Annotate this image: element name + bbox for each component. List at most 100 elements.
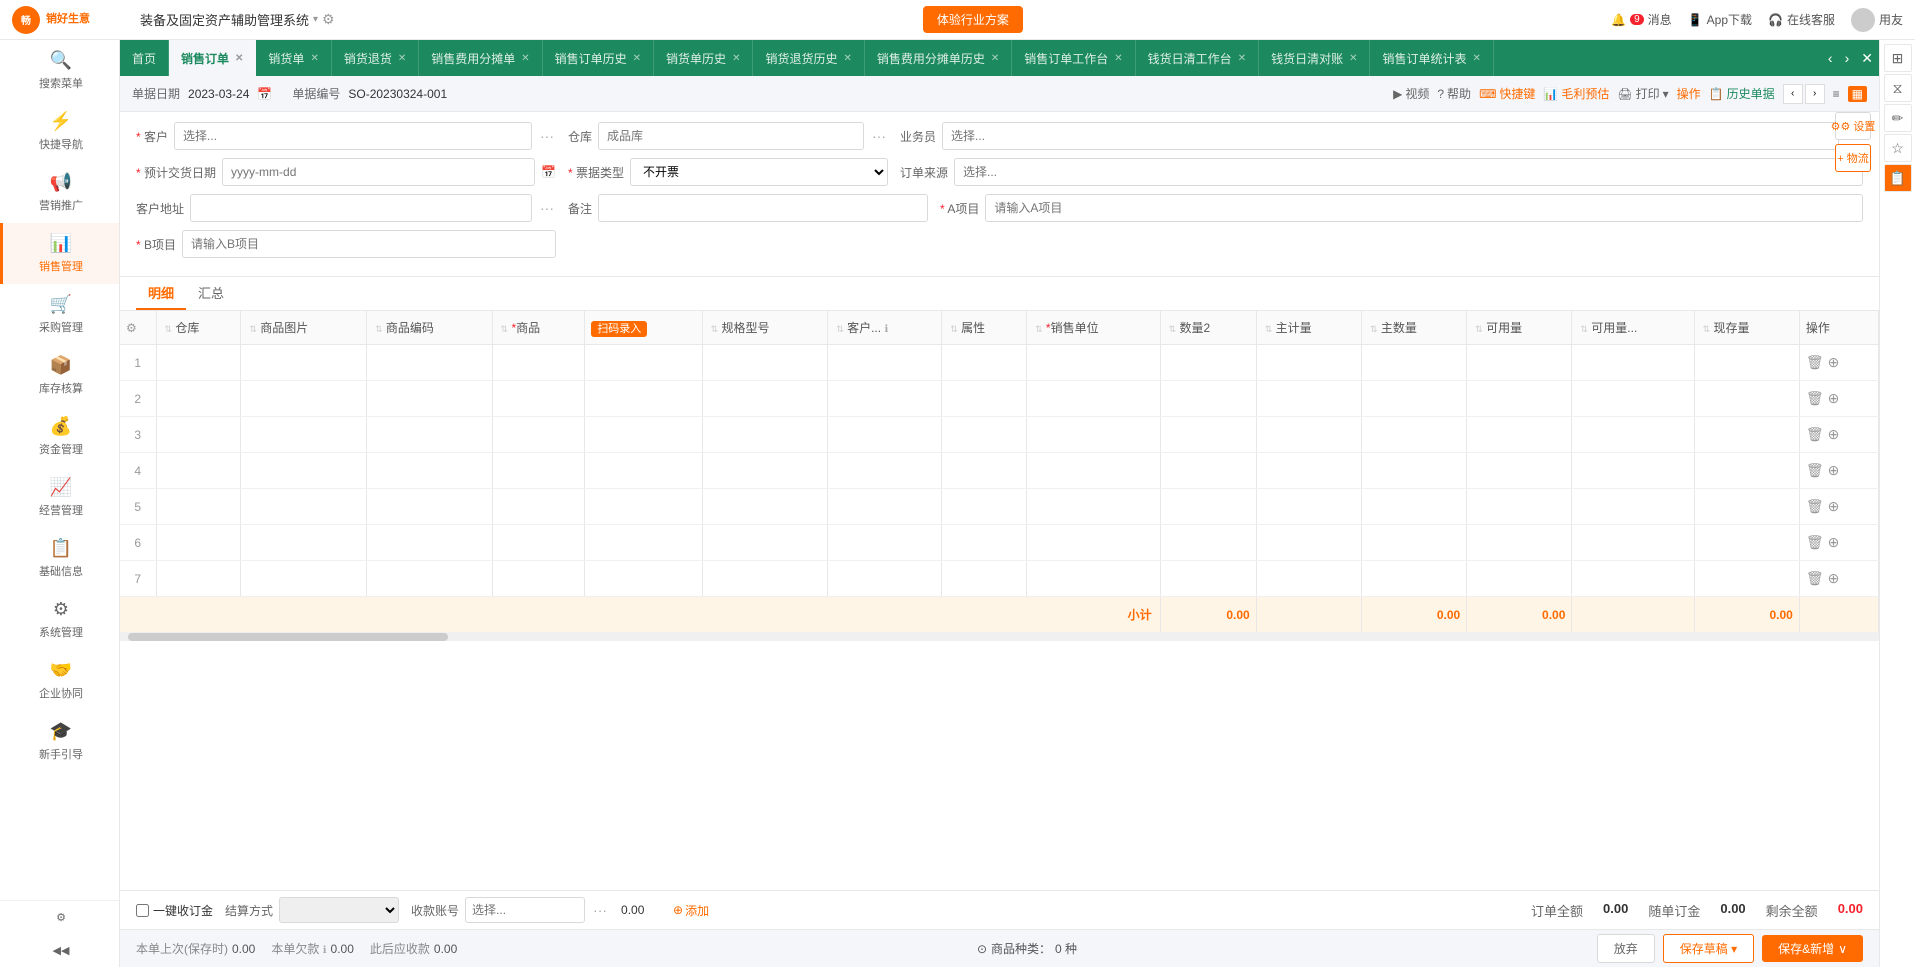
row-main-qty-1[interactable] — [1361, 345, 1466, 381]
sidebar-item-collab[interactable]: 🤝 企业协同 — [0, 650, 119, 711]
print-btn[interactable]: 🖨 打印 ▾ — [1617, 85, 1668, 102]
settings-gear-icon[interactable]: ⚙ — [322, 11, 335, 28]
payment-method-select[interactable] — [279, 897, 399, 923]
account-dots-btn[interactable]: ··· — [591, 902, 609, 918]
row-qty2-1[interactable] — [1160, 345, 1256, 381]
tab-prev-btn[interactable]: ‹ — [1822, 50, 1839, 66]
tab-close-sales-return[interactable]: ✕ — [398, 53, 406, 64]
preview-btn[interactable]: ▶ 视频 — [1393, 85, 1429, 102]
discard-btn[interactable]: 放弃 — [1597, 934, 1655, 963]
ticket-type-select[interactable]: 不开票 — [630, 158, 888, 186]
th-settings[interactable]: ⚙ — [120, 311, 156, 345]
sidebar-item-marketing[interactable]: 📢 营销推广 — [0, 162, 119, 223]
row-warehouse-2[interactable] — [156, 381, 241, 417]
online-support-btn[interactable]: 🎧 在线客服 — [1768, 11, 1835, 28]
th-main-unit[interactable]: ⇅ 主计量 — [1256, 311, 1361, 345]
th-scan[interactable]: 扫码录入 — [585, 311, 702, 345]
sidebar-item-basic-info[interactable]: 📋 基础信息 — [0, 528, 119, 589]
row-spec-1[interactable] — [702, 345, 828, 381]
customer-address-input[interactable] — [190, 194, 532, 222]
th-current-stock[interactable]: ⇅ 现存量 — [1694, 311, 1799, 345]
warehouse-input[interactable] — [598, 122, 864, 150]
tab-close-sales-invoice[interactable]: ✕ — [310, 53, 318, 64]
th-spec[interactable]: ⇅ 规格型号 — [702, 311, 828, 345]
delete-icon-7[interactable]: 🗑 — [1806, 570, 1824, 587]
history-btn[interactable]: 📋 历史单据 — [1709, 85, 1775, 102]
tab-sales-invoice[interactable]: 销货单 ✕ — [256, 40, 331, 76]
tab-daily-reconcile[interactable]: 钱货日清对账 ✕ — [1259, 40, 1370, 76]
prev-record-btn[interactable]: ‹ — [1783, 84, 1803, 104]
b-project-input[interactable] — [182, 230, 556, 258]
tab-order-history[interactable]: 销售订单历史 ✕ — [543, 40, 654, 76]
tab-summary[interactable]: 汇总 — [186, 277, 236, 310]
th-product[interactable]: ⇅ *商品 — [492, 311, 585, 345]
copy-icon-1[interactable]: ⊕ — [1828, 354, 1840, 371]
row-code-1[interactable] — [366, 345, 492, 381]
help-btn[interactable]: ? 帮助 — [1437, 85, 1471, 102]
tab-close-return-history[interactable]: ✕ — [843, 53, 851, 64]
tab-sales-return[interactable]: 销货退货 ✕ — [332, 40, 419, 76]
app-download-btn[interactable]: 📱 App下载 — [1688, 11, 1752, 28]
copy-icon-3[interactable]: ⊕ — [1828, 426, 1840, 443]
th-warehouse[interactable]: ⇅ 仓库 — [156, 311, 241, 345]
sidebar-item-nav[interactable]: ⚡ 快捷导航 — [0, 101, 119, 162]
tab-close-daily-clear[interactable]: ✕ — [1238, 53, 1246, 64]
tab-home[interactable]: 首页 — [120, 40, 169, 76]
copy-icon-4[interactable]: ⊕ — [1828, 462, 1840, 479]
delivery-date-input[interactable] — [222, 158, 535, 186]
grid-view-btn[interactable]: ≡ — [1833, 87, 1840, 101]
row-product-1[interactable] — [492, 345, 585, 381]
th-attribute[interactable]: ⇅ 属性 — [942, 311, 1027, 345]
delete-icon-1[interactable]: 🗑 — [1806, 354, 1824, 371]
add-material-btn[interactable]: + 物流 — [1835, 144, 1871, 172]
tab-return-history[interactable]: 销货退货历史 ✕ — [753, 40, 864, 76]
order-source-input[interactable] — [954, 158, 1863, 186]
a-project-input[interactable] — [985, 194, 1863, 222]
notifications-btn[interactable]: 🔔 9 消息 — [1611, 11, 1672, 28]
rp-btn-4[interactable]: ☆ — [1884, 134, 1912, 162]
row-unit-1[interactable] — [1027, 345, 1161, 381]
account-input[interactable] — [465, 897, 585, 923]
th-available2[interactable]: ⇅ 可用量... — [1572, 311, 1694, 345]
row-attr-1[interactable] — [942, 345, 1027, 381]
copy-icon-6[interactable]: ⊕ — [1828, 534, 1840, 551]
sidebar-settings-btn[interactable]: ⚙ — [0, 901, 119, 934]
th-qty2[interactable]: ⇅ 数量2 — [1160, 311, 1256, 345]
tab-expense-history[interactable]: 销售费用分摊单历史 ✕ — [865, 40, 1012, 76]
row-warehouse-1[interactable] — [156, 345, 241, 381]
tab-close-order-workbench[interactable]: ✕ — [1114, 53, 1122, 64]
sidebar-item-sales[interactable]: 📊 销售管理 — [0, 223, 119, 284]
tab-menu-btn[interactable]: ✕ — [1855, 50, 1879, 67]
sidebar-item-purchase[interactable]: 🛒 采购管理 — [0, 284, 119, 345]
th-sales-unit[interactable]: ⇅ *销售单位 — [1027, 311, 1161, 345]
tab-order-stats[interactable]: 销售订单统计表 ✕ — [1370, 40, 1493, 76]
delivery-calendar-icon[interactable]: 📅 — [541, 165, 556, 179]
horizontal-scrollbar[interactable] — [120, 633, 1879, 641]
customer-dots-btn[interactable]: ··· — [538, 128, 556, 144]
th-available[interactable]: ⇅ 可用量 — [1467, 311, 1572, 345]
next-record-btn[interactable]: › — [1805, 84, 1825, 104]
sales-person-input[interactable] — [942, 122, 1839, 150]
th-main-qty[interactable]: ⇅ 主数量 — [1361, 311, 1466, 345]
settings-action-btn[interactable]: ⚙ ⚙ 设置 — [1835, 112, 1871, 140]
tab-close-invoice-history[interactable]: ✕ — [732, 53, 740, 64]
delete-icon-5[interactable]: 🗑 — [1806, 498, 1824, 515]
th-customer-code[interactable]: ⇅ 客户... ℹ — [828, 311, 942, 345]
profit-forecast-btn[interactable]: 📊 毛利预估 — [1543, 85, 1609, 102]
calendar-icon[interactable]: 📅 — [257, 87, 272, 101]
customer-input[interactable] — [174, 122, 532, 150]
tab-close-expense-history[interactable]: ✕ — [991, 53, 999, 64]
sidebar-item-system[interactable]: ⚙ 系统管理 — [0, 589, 119, 650]
th-product-img[interactable]: ⇅ 商品图片 — [241, 311, 367, 345]
delete-icon-6[interactable]: 🗑 — [1806, 534, 1824, 551]
sidebar-item-operations[interactable]: 📈 经营管理 — [0, 467, 119, 528]
add-payment-btn[interactable]: ⊕ 添加 — [673, 902, 709, 919]
rp-btn-1[interactable]: ⊞ — [1884, 44, 1912, 72]
sidebar-item-finance[interactable]: 💰 资金管理 — [0, 406, 119, 467]
tab-close-expense-split[interactable]: ✕ — [521, 53, 529, 64]
rp-btn-2[interactable]: ⧖ — [1884, 74, 1912, 102]
save-new-btn[interactable]: 保存&新增 ∨ — [1762, 935, 1863, 962]
industry-btn[interactable]: 体验行业方案 — [923, 6, 1023, 33]
rp-btn-5[interactable]: 📋 — [1884, 164, 1912, 192]
system-title[interactable]: 装备及固定资产辅助管理系统 ▾ ⚙ — [140, 10, 335, 29]
